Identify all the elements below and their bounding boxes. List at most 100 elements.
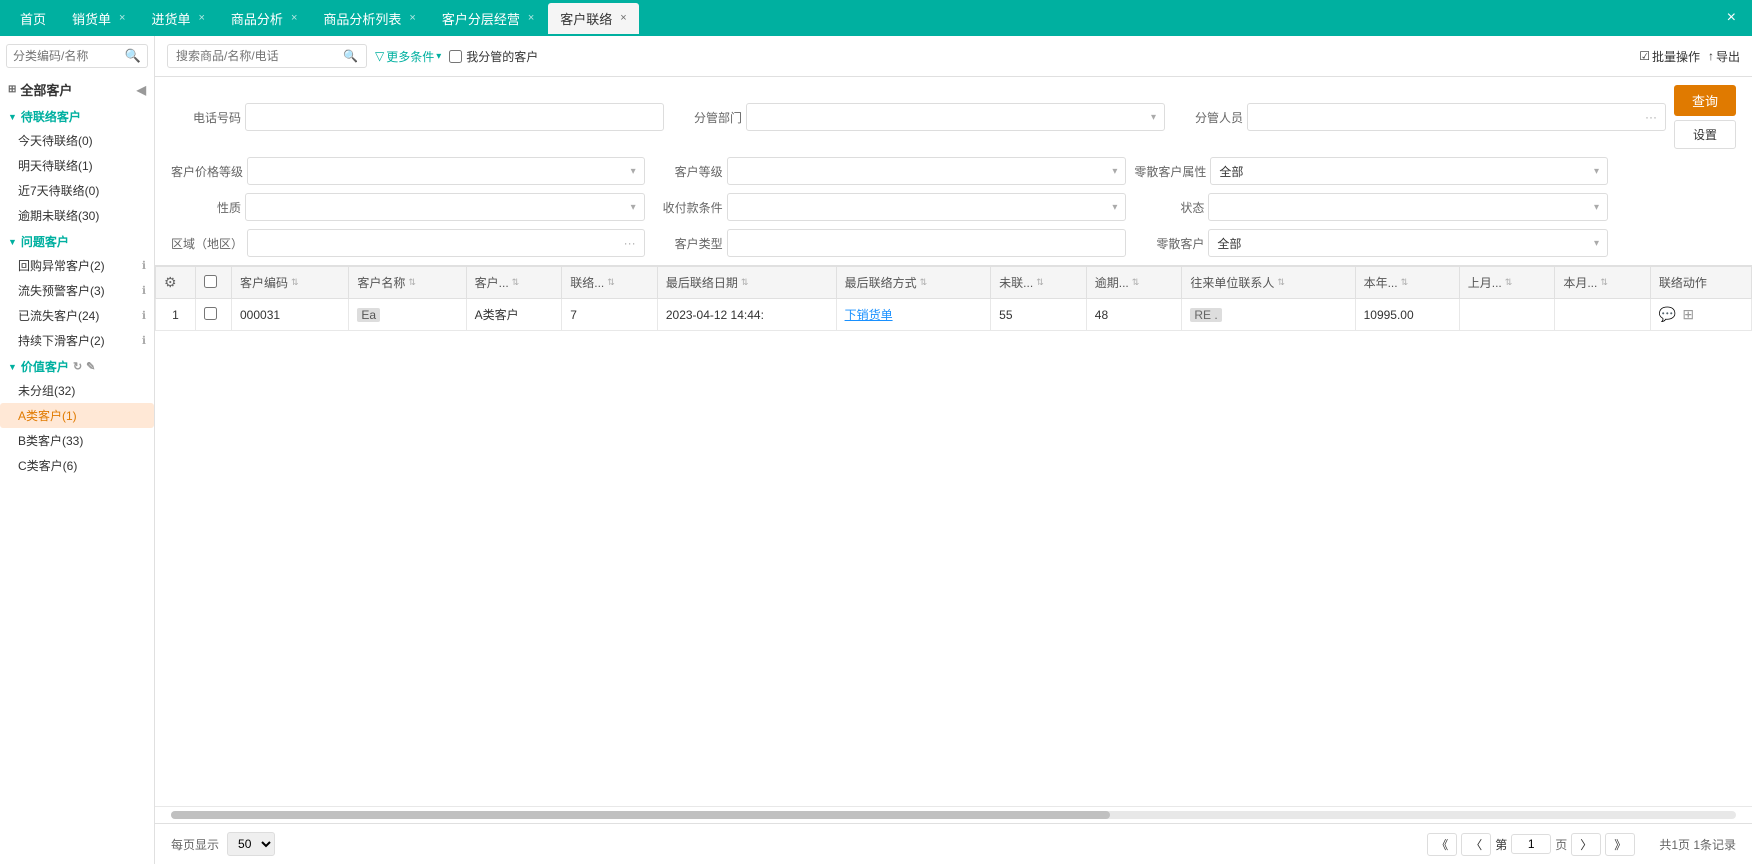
sidebar-group-value[interactable]: ▼ 价值客户 ↻ ✎ xyxy=(0,353,154,378)
th-checkbox[interactable] xyxy=(196,267,232,299)
sort-overdue[interactable]: 逾期... ⇅ xyxy=(1095,274,1174,291)
th-overdue-label: 逾期... xyxy=(1095,274,1129,291)
th-gear[interactable]: ⚙ xyxy=(156,267,196,299)
price-level-input[interactable]: ▾ xyxy=(247,157,645,185)
nav-tab-customer-contact[interactable]: 客户联络 × xyxy=(548,3,638,34)
filter-search-icon[interactable]: 🔍 xyxy=(343,49,358,63)
sidebar-collapse-icon[interactable]: ◀ xyxy=(137,83,146,97)
cust-type-input[interactable] xyxy=(727,229,1127,257)
select-all-checkbox[interactable] xyxy=(204,275,217,288)
nature-input[interactable]: ▾ xyxy=(245,193,645,221)
retail-attr-input[interactable]: 全部 ▾ xyxy=(1210,157,1608,185)
phone-input[interactable] xyxy=(245,103,664,131)
sort-unit-contact[interactable]: 往来单位联系人 ⇅ xyxy=(1190,274,1346,291)
th-this-month: 本月... ⇅ xyxy=(1555,267,1651,299)
sidebar-search-icon[interactable]: 🔍 xyxy=(125,48,141,64)
sidebar-item-class-b[interactable]: B类客户(33) xyxy=(0,428,154,453)
sidebar-item-7days[interactable]: 近7天待联络(0) xyxy=(0,178,154,203)
filter-search-input[interactable] xyxy=(176,49,339,63)
sidebar-item-class-a[interactable]: A类客户(1) xyxy=(0,403,154,428)
filter-my-customers[interactable]: 我分管的客户 xyxy=(449,48,538,65)
adv-field-manager: 分管人员 ··· xyxy=(1173,103,1666,131)
sort-no-contact[interactable]: 未联... ⇅ xyxy=(999,274,1078,291)
sidebar-item-class-c[interactable]: C类客户(6) xyxy=(0,453,154,478)
window-close[interactable]: × xyxy=(1719,5,1744,31)
sort-name[interactable]: 客户名称 ⇅ xyxy=(357,274,457,291)
sort-this-year[interactable]: 本年... ⇅ xyxy=(1364,274,1451,291)
close-product-list-tab[interactable]: × xyxy=(409,12,415,24)
close-product-analysis-tab[interactable]: × xyxy=(291,12,297,24)
area-input[interactable]: ··· xyxy=(247,229,645,257)
sidebar-search-input[interactable] xyxy=(13,49,125,63)
last-page-btn[interactable]: 》 xyxy=(1605,833,1635,856)
filter-search-box[interactable]: 🔍 xyxy=(167,44,367,68)
sort-last-month[interactable]: 上月... ⇅ xyxy=(1468,274,1547,291)
next-page-btn[interactable]: 〉 xyxy=(1571,833,1601,856)
filter-more-btn[interactable]: ▽ 更多条件 ▾ xyxy=(375,48,441,65)
scroll-thumb[interactable] xyxy=(171,811,1110,819)
sidebar-item-abnormal[interactable]: 回购异常客户(2) ℹ xyxy=(0,253,154,278)
sidebar-item-tomorrow[interactable]: 明天待联络(1) xyxy=(0,153,154,178)
close-sales-tab[interactable]: × xyxy=(119,12,125,24)
dept-input[interactable]: ▾ xyxy=(746,103,1165,131)
nav-tab-product-analysis[interactable]: 商品分析 × xyxy=(219,3,309,34)
query-button[interactable]: 查询 xyxy=(1674,85,1736,116)
sort-this-month[interactable]: 本月... ⇅ xyxy=(1563,274,1642,291)
prev-page-btn[interactable]: 〈 xyxy=(1461,833,1491,856)
scroll-track[interactable] xyxy=(171,811,1736,819)
first-page-btn[interactable]: 《 xyxy=(1427,833,1457,856)
adv-field-payment: 收付款条件 ▾ xyxy=(653,193,1127,221)
level-input[interactable]: ▾ xyxy=(727,157,1127,185)
adv-field-retail-attr: 零散客户属性 全部 ▾ xyxy=(1134,157,1608,185)
close-customer-contact-tab[interactable]: × xyxy=(620,12,626,24)
qr-icon[interactable]: ⊞ xyxy=(1682,306,1694,323)
info-icon-declining: ℹ xyxy=(142,334,146,347)
nav-home[interactable]: 首页 xyxy=(8,3,58,34)
sidebar-item-today[interactable]: 今天待联络(0) xyxy=(0,128,154,153)
gear-icon[interactable]: ⚙ xyxy=(164,274,177,290)
close-customer-segment-tab[interactable]: × xyxy=(528,12,534,24)
status-input[interactable]: ▾ xyxy=(1208,193,1608,221)
sidebar-item-lost[interactable]: 已流失客户(24) ℹ xyxy=(0,303,154,328)
customer-name-text[interactable]: Ea xyxy=(357,308,380,322)
sort-cust-level[interactable]: 客户... ⇅ xyxy=(475,274,554,291)
sidebar-item-ungroup[interactable]: 未分组(32) xyxy=(0,378,154,403)
unit-contact-text: RE . xyxy=(1190,308,1221,322)
export-btn[interactable]: ↑ 导出 xyxy=(1708,48,1740,65)
nav-tab-product-list[interactable]: 商品分析列表 × xyxy=(311,3,427,34)
sidebar-item-overdue[interactable]: 逾期未联络(30) xyxy=(0,203,154,228)
nav-tab-purchase[interactable]: 进货单 × xyxy=(139,3,216,34)
cell-last-method[interactable]: 下销货单 xyxy=(836,299,991,331)
settings-button[interactable]: 设置 xyxy=(1674,120,1736,149)
nav-tab-customer-segment[interactable]: 客户分层经营 × xyxy=(430,3,546,34)
page-number-input[interactable] xyxy=(1511,834,1551,854)
chat-icon[interactable]: 💬 xyxy=(1659,306,1676,323)
close-purchase-tab[interactable]: × xyxy=(198,12,204,24)
sort-last-method[interactable]: 最后联络方式 ⇅ xyxy=(845,274,983,291)
cell-actions: 💬 ⊞ xyxy=(1650,299,1751,331)
adv-field-nature: 性质 ▾ xyxy=(171,193,645,221)
adv-field-level: 客户等级 ▾ xyxy=(653,157,1127,185)
sidebar-item-loss-warning[interactable]: 流失预警客户(3) ℹ xyxy=(0,278,154,303)
row-checkbox[interactable] xyxy=(204,307,217,320)
sort-code-icon: ⇅ xyxy=(291,277,299,288)
sort-code[interactable]: 客户编码 ⇅ xyxy=(240,274,340,291)
sidebar-item-declining[interactable]: 持续下滑客户(2) ℹ xyxy=(0,328,154,353)
sidebar-search-box[interactable]: 🔍 xyxy=(6,44,148,68)
nav-tab-sales[interactable]: 销货单 × xyxy=(60,3,137,34)
my-customers-checkbox[interactable] xyxy=(449,50,462,63)
sidebar-all-customers-header[interactable]: ⊞ 全部客户 ◀ xyxy=(0,76,154,103)
value-group-edit[interactable]: ✎ xyxy=(86,360,95,373)
manager-input[interactable]: ··· xyxy=(1247,103,1666,131)
batch-op-btn[interactable]: ☑ 批量操作 xyxy=(1639,48,1700,65)
last-method-link[interactable]: 下销货单 xyxy=(845,308,893,322)
value-group-refresh[interactable]: ↻ xyxy=(73,360,82,373)
sort-contact[interactable]: 联络... ⇅ xyxy=(570,274,649,291)
cell-checkbox[interactable] xyxy=(196,299,232,331)
payment-input[interactable]: ▾ xyxy=(727,193,1127,221)
sort-last-date[interactable]: 最后联络日期 ⇅ xyxy=(666,274,828,291)
retail-cust-input[interactable]: 全部 ▾ xyxy=(1208,229,1608,257)
sidebar-group-problem[interactable]: ▼ 问题客户 xyxy=(0,228,154,253)
sidebar-group-pending[interactable]: ▼ 待联络客户 xyxy=(0,103,154,128)
page-size-select[interactable]: 50 xyxy=(227,832,275,856)
